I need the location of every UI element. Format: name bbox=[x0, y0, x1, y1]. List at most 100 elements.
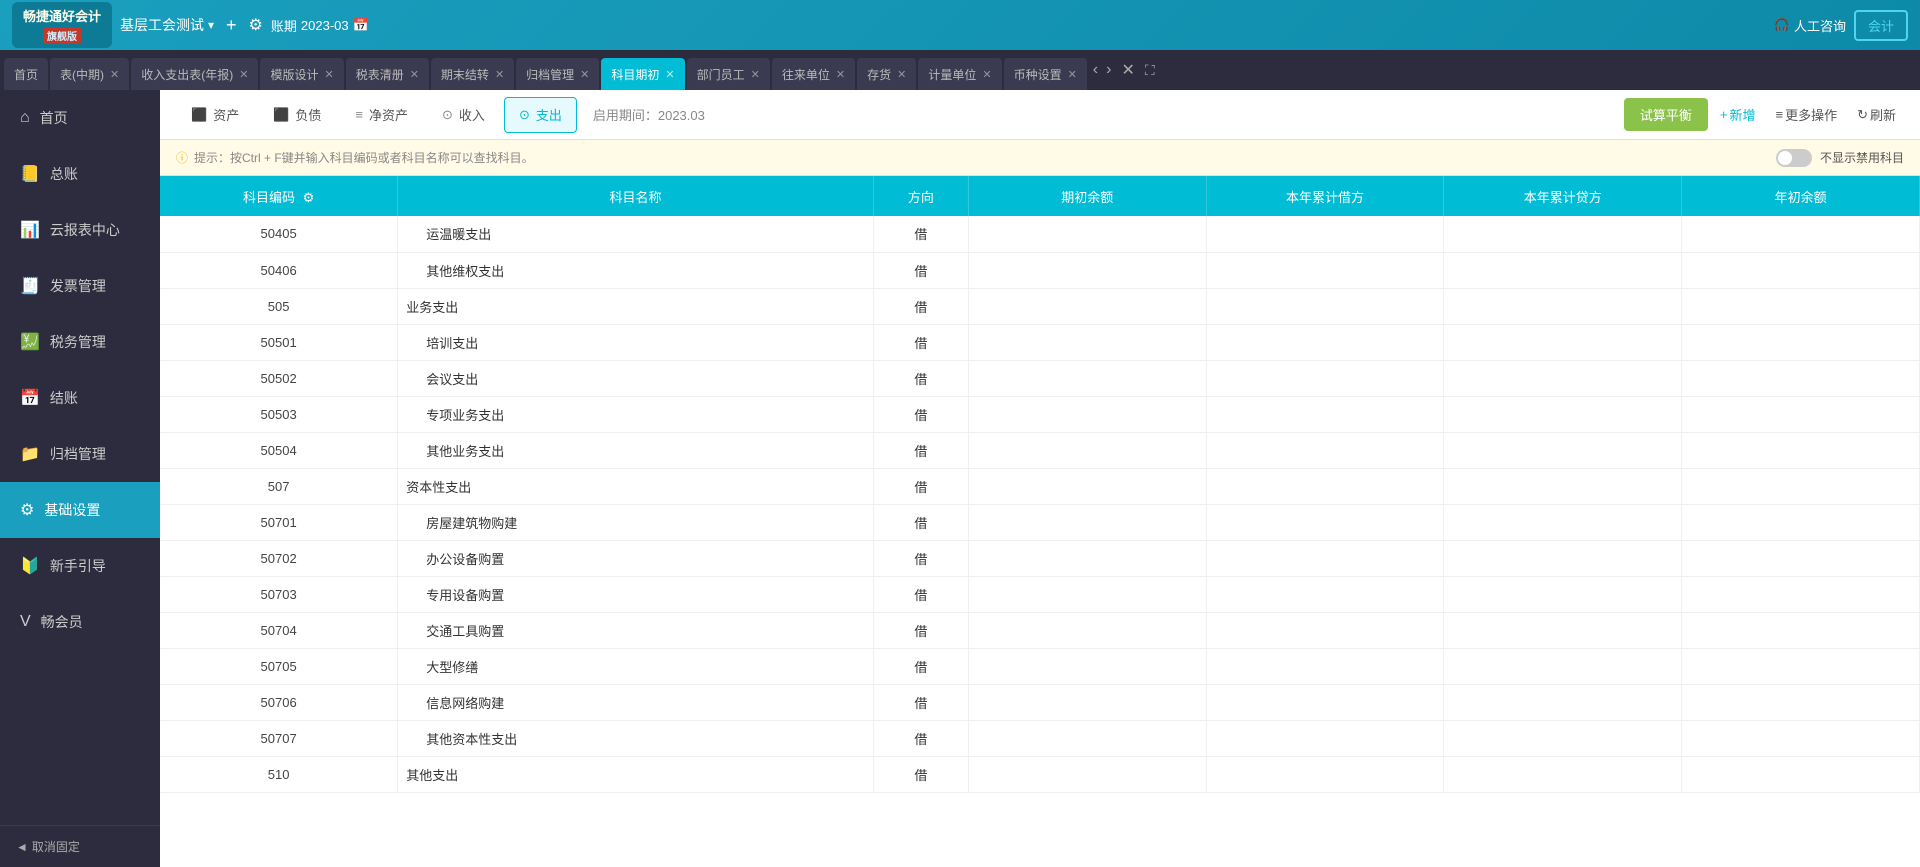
tab-income-year[interactable]: 收入支出表(年报) ✕ bbox=[131, 58, 258, 90]
cell-opening[interactable] bbox=[968, 288, 1206, 324]
cell-opening[interactable] bbox=[968, 252, 1206, 288]
cell-opening[interactable] bbox=[968, 720, 1206, 756]
cell-code: 50703 bbox=[160, 576, 398, 612]
tab-close-icon[interactable]: ✕ bbox=[665, 68, 674, 81]
tab-dept-employee[interactable]: 部门员工 ✕ bbox=[687, 58, 770, 90]
cell-opening[interactable] bbox=[968, 324, 1206, 360]
cell-opening[interactable] bbox=[968, 360, 1206, 396]
sidebar-item-home[interactable]: ⌂ 首页 bbox=[0, 90, 160, 146]
tab-inventory[interactable]: 存货 ✕ bbox=[857, 58, 916, 90]
sidebar-item-member[interactable]: V 畅会员 bbox=[0, 594, 160, 650]
tab-archive[interactable]: 归档管理 ✕ bbox=[516, 58, 599, 90]
cell-opening[interactable] bbox=[968, 648, 1206, 684]
table-row[interactable]: 50501培训支出借 bbox=[160, 324, 1920, 360]
tab-bs-interim[interactable]: 表(中期) ✕ bbox=[50, 58, 129, 90]
sub-tab-income[interactable]: ⊙ 收入 bbox=[427, 97, 500, 133]
company-dropdown-icon: ▾ bbox=[208, 18, 214, 32]
tab-bar: 首页 表(中期) ✕ 收入支出表(年报) ✕ 模版设计 ✕ 税表清册 ✕ 期末结… bbox=[0, 50, 1920, 90]
company-selector[interactable]: 基层工会测试 ▾ bbox=[120, 15, 214, 35]
calendar-icon[interactable]: 📅 bbox=[353, 17, 369, 33]
table-row[interactable]: 50705大型修缮借 bbox=[160, 648, 1920, 684]
tab-counterparty[interactable]: 往来单位 ✕ bbox=[772, 58, 855, 90]
table-row[interactable]: 50504其他业务支出借 bbox=[160, 432, 1920, 468]
cell-opening[interactable] bbox=[968, 540, 1206, 576]
tab-close-icon[interactable]: ✕ bbox=[495, 68, 504, 81]
calc-balance-button[interactable]: 试算平衡 bbox=[1624, 98, 1708, 131]
add-company-button[interactable]: + bbox=[222, 15, 241, 36]
table-row[interactable]: 505业务支出借 bbox=[160, 288, 1920, 324]
tab-scroll-right-button[interactable]: › bbox=[1102, 61, 1115, 79]
table-row[interactable]: 50704交通工具购置借 bbox=[160, 612, 1920, 648]
sidebar-item-basic-settings[interactable]: ⚙ 基础设置 bbox=[0, 482, 160, 538]
cell-opening[interactable] bbox=[968, 432, 1206, 468]
sidebar-collapse-button[interactable]: ◄ 取消固定 bbox=[0, 825, 160, 867]
cell-opening[interactable] bbox=[968, 684, 1206, 720]
tab-template[interactable]: 模版设计 ✕ bbox=[260, 58, 343, 90]
tab-close-icon[interactable]: ✕ bbox=[580, 68, 589, 81]
tab-close-icon[interactable]: ✕ bbox=[324, 68, 333, 81]
table-row[interactable]: 50707其他资本性支出借 bbox=[160, 720, 1920, 756]
tab-subject-init[interactable]: 科目期初 ✕ bbox=[601, 58, 684, 90]
cell-opening[interactable] bbox=[968, 612, 1206, 648]
table-row[interactable]: 507资本性支出借 bbox=[160, 468, 1920, 504]
tab-close-icon[interactable]: ✕ bbox=[897, 68, 906, 81]
table-row[interactable]: 510其他支出借 bbox=[160, 756, 1920, 792]
sidebar-item-tax[interactable]: 💹 税务管理 bbox=[0, 314, 160, 370]
sub-tab-expense[interactable]: ⊙ 支出 bbox=[504, 97, 577, 133]
table-row[interactable]: 50406其他维权支出借 bbox=[160, 252, 1920, 288]
tab-home[interactable]: 首页 bbox=[4, 58, 48, 90]
cell-opening[interactable] bbox=[968, 504, 1206, 540]
cell-direction: 借 bbox=[873, 324, 968, 360]
help-button[interactable]: 🎧 人工咨询 bbox=[1774, 16, 1846, 35]
table-row[interactable]: 50706信息网络购建借 bbox=[160, 684, 1920, 720]
tab-close-icon[interactable]: ✕ bbox=[410, 68, 419, 81]
tab-close-icon[interactable]: ✕ bbox=[239, 68, 248, 81]
sub-tab-net-asset[interactable]: ≡ 净资产 bbox=[340, 97, 423, 133]
sidebar-item-report-center[interactable]: 📊 云报表中心 bbox=[0, 202, 160, 258]
sub-tab-liability[interactable]: ⬛ 负债 bbox=[258, 97, 336, 133]
tab-measure-unit[interactable]: 计量单位 ✕ bbox=[918, 58, 1001, 90]
more-ops-button[interactable]: ≡ 更多操作 bbox=[1767, 105, 1845, 124]
table-row[interactable]: 50701房屋建筑物购建借 bbox=[160, 504, 1920, 540]
tab-close-icon[interactable]: ✕ bbox=[110, 68, 119, 81]
col-header-name: 科目名称 bbox=[398, 176, 874, 216]
invoice-icon: 🧾 bbox=[20, 276, 40, 296]
settings-col-icon[interactable]: ⚙ bbox=[303, 190, 315, 205]
toggle-switch[interactable] bbox=[1776, 149, 1812, 167]
table-row[interactable]: 50503专项业务支出借 bbox=[160, 396, 1920, 432]
cell-opening[interactable] bbox=[968, 216, 1206, 252]
cell-opening[interactable] bbox=[968, 396, 1206, 432]
table-row[interactable]: 50702办公设备购置借 bbox=[160, 540, 1920, 576]
sidebar-item-archive[interactable]: 📁 归档管理 bbox=[0, 426, 160, 482]
table-row[interactable]: 50502会议支出借 bbox=[160, 360, 1920, 396]
settings-icon[interactable]: ⚙ bbox=[249, 15, 263, 35]
sidebar-item-guide[interactable]: 🔰 新手引导 bbox=[0, 538, 160, 594]
table-row[interactable]: 50405运温暖支出借 bbox=[160, 216, 1920, 252]
sub-tab-asset[interactable]: ⬛ 资产 bbox=[176, 97, 254, 133]
add-new-button[interactable]: + 新增 bbox=[1712, 105, 1764, 124]
cell-year-open bbox=[1682, 252, 1920, 288]
refresh-button[interactable]: ↻ 刷新 bbox=[1849, 105, 1904, 124]
account-button[interactable]: 会计 bbox=[1854, 10, 1908, 41]
cell-year-open bbox=[1682, 324, 1920, 360]
tab-close-icon[interactable]: ✕ bbox=[751, 68, 760, 81]
sidebar-item-ledger[interactable]: 📒 总账 bbox=[0, 146, 160, 202]
sidebar-item-close[interactable]: 📅 结账 bbox=[0, 370, 160, 426]
table-row[interactable]: 50703专用设备购置借 bbox=[160, 576, 1920, 612]
tab-expand-button[interactable]: ⛶ bbox=[1141, 62, 1159, 79]
cell-opening[interactable] bbox=[968, 468, 1206, 504]
tab-close-icon[interactable]: ✕ bbox=[982, 68, 991, 81]
tab-period-close[interactable]: 期末结转 ✕ bbox=[431, 58, 514, 90]
tab-currency-setting[interactable]: 币种设置 ✕ bbox=[1004, 58, 1087, 90]
cell-opening[interactable] bbox=[968, 756, 1206, 792]
tab-scroll-left-button[interactable]: ‹ bbox=[1089, 61, 1102, 79]
cell-opening[interactable] bbox=[968, 576, 1206, 612]
tab-close-icon[interactable]: ✕ bbox=[836, 68, 845, 81]
sidebar-item-invoice[interactable]: 🧾 发票管理 bbox=[0, 258, 160, 314]
tab-close-all-button[interactable]: ✕ bbox=[1115, 60, 1140, 80]
tab-tax-clear[interactable]: 税表清册 ✕ bbox=[346, 58, 429, 90]
tab-close-icon[interactable]: ✕ bbox=[1068, 68, 1077, 81]
asset-icon: ⬛ bbox=[191, 107, 207, 123]
content-panel: ⬛ 资产 ⬛ 负债 ≡ 净资产 ⊙ 收入 ⊙ 支出 启用期间：2023.03 试… bbox=[160, 90, 1920, 867]
cell-ytd-debit bbox=[1206, 288, 1444, 324]
